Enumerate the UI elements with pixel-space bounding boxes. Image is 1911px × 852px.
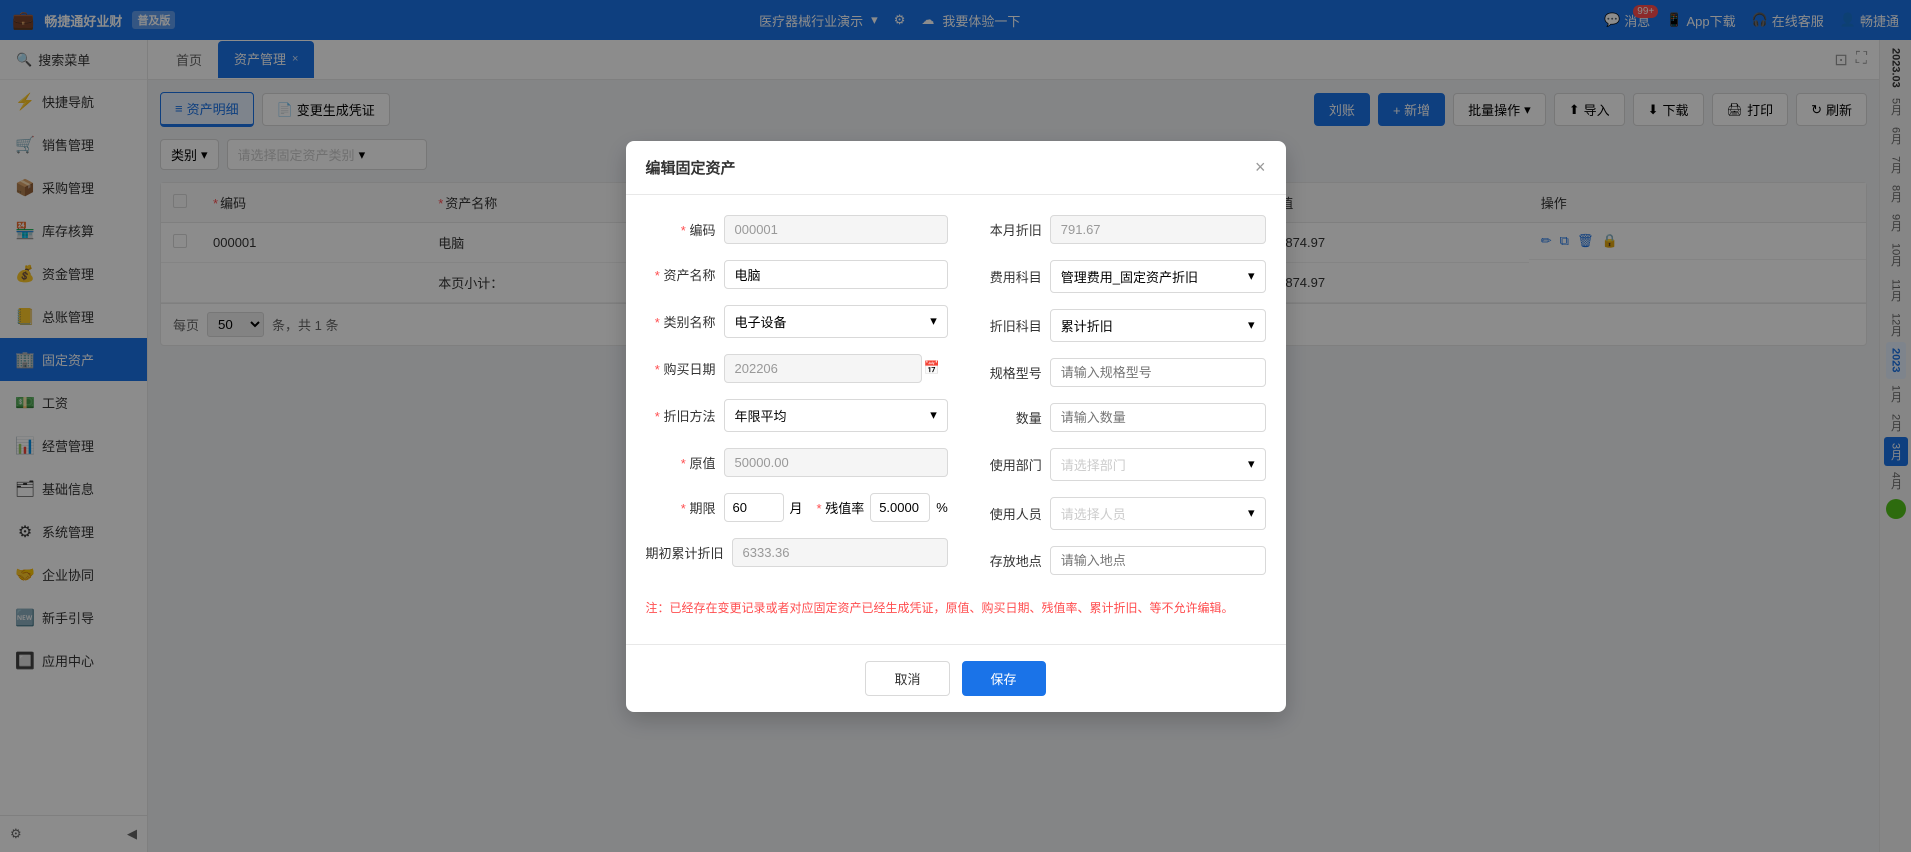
dep-subject-select[interactable]: 累计折旧 ▾ xyxy=(1050,309,1266,342)
location-label: 存放地点 xyxy=(972,551,1042,570)
dep-subject-dropdown-icon: ▾ xyxy=(1248,317,1255,333)
user-placeholder: 请选择人员 xyxy=(1061,504,1126,523)
save-button[interactable]: 保存 xyxy=(962,661,1046,696)
form-group-dep-subject: 折旧科目 累计折旧 ▾ xyxy=(972,309,1266,342)
code-label: * 编码 xyxy=(646,220,716,239)
form-section-left: * 编码 * 资产名称 * 类别名称 电子设备 ▾ xyxy=(646,215,948,591)
dept-placeholder: 请选择部门 xyxy=(1061,455,1126,474)
modal-title: 编辑固定资产 xyxy=(646,157,736,178)
dep-subject-value: 累计折旧 xyxy=(1061,316,1113,335)
form-group-period: * 期限 月 * 残值率 % xyxy=(646,493,948,522)
form-grid: * 编码 * 资产名称 * 类别名称 电子设备 ▾ xyxy=(646,215,1266,591)
form-section-right: 本月折旧 费用科目 管理费用_固定资产折旧 ▾ 折旧科目 xyxy=(972,215,1266,591)
user-label: 使用人员 xyxy=(972,504,1042,523)
dept-select[interactable]: 请选择部门 ▾ xyxy=(1050,448,1266,481)
dep-method-dropdown-icon: ▾ xyxy=(930,407,937,423)
period-group: 月 * 残值率 % xyxy=(724,493,948,522)
form-group-user: 使用人员 请选择人员 ▾ xyxy=(972,497,1266,530)
dep-method-value: 年限平均 xyxy=(735,406,787,425)
period-label: * 期限 xyxy=(646,498,716,517)
form-group-location: 存放地点 xyxy=(972,546,1266,575)
quantity-label: 数量 xyxy=(972,408,1042,427)
expense-subject-dropdown-icon: ▾ xyxy=(1248,268,1255,284)
spec-input[interactable] xyxy=(1050,358,1266,387)
initial-dep-input[interactable] xyxy=(732,538,948,567)
name-label: * 资产名称 xyxy=(646,265,716,284)
residual-rate-label: * 残值率 xyxy=(817,498,865,517)
quantity-input[interactable] xyxy=(1050,403,1266,432)
form-group-original-value: * 原值 xyxy=(646,448,948,477)
dep-subject-label: 折旧科目 xyxy=(972,316,1042,335)
cancel-button[interactable]: 取消 xyxy=(865,661,949,696)
form-group-category: * 类别名称 电子设备 ▾ xyxy=(646,305,948,338)
form-group-quantity: 数量 xyxy=(972,403,1266,432)
purchase-date-label: * 购买日期 xyxy=(646,359,716,378)
expense-subject-select[interactable]: 管理费用_固定资产折旧 ▾ xyxy=(1050,260,1266,293)
modal-overlay: 编辑固定资产 × * 编码 * 资产名称 xyxy=(0,0,1911,852)
form-group-dep-method: * 折旧方法 年限平均 ▾ xyxy=(646,399,948,432)
user-dropdown-icon: ▾ xyxy=(1248,505,1255,521)
monthly-dep-input[interactable] xyxy=(1050,215,1266,244)
expense-subject-label: 费用科目 xyxy=(972,267,1042,286)
name-input[interactable] xyxy=(724,260,948,289)
form-group-initial-dep: 期初累计折旧 xyxy=(646,538,948,567)
user-select[interactable]: 请选择人员 ▾ xyxy=(1050,497,1266,530)
form-group-monthly-dep: 本月折旧 xyxy=(972,215,1266,244)
modal-footer: 取消 保存 xyxy=(626,644,1286,712)
monthly-dep-label: 本月折旧 xyxy=(972,220,1042,239)
dept-label: 使用部门 xyxy=(972,455,1042,474)
original-value-label: * 原值 xyxy=(646,453,716,472)
form-group-spec: 规格型号 xyxy=(972,358,1266,387)
initial-dep-label: 期初累计折旧 xyxy=(646,543,724,562)
edit-asset-modal: 编辑固定资产 × * 编码 * 资产名称 xyxy=(626,141,1286,712)
period-input[interactable] xyxy=(724,493,784,522)
modal-body: * 编码 * 资产名称 * 类别名称 电子设备 ▾ xyxy=(626,195,1286,644)
original-value-input[interactable] xyxy=(724,448,948,477)
category-label: * 类别名称 xyxy=(646,312,716,331)
form-group-code: * 编码 xyxy=(646,215,948,244)
modal-close-btn[interactable]: × xyxy=(1255,157,1266,178)
form-group-name: * 资产名称 xyxy=(646,260,948,289)
purchase-date-input[interactable] xyxy=(724,354,922,383)
dep-method-label: * 折旧方法 xyxy=(646,406,716,425)
dept-dropdown-icon: ▾ xyxy=(1248,456,1255,472)
category-select[interactable]: 电子设备 ▾ xyxy=(724,305,948,338)
form-group-purchase-date: * 购买日期 📅 xyxy=(646,354,948,383)
period-unit: 月 xyxy=(790,498,803,517)
calendar-icon[interactable]: 📅 xyxy=(924,360,940,376)
purchase-date-wrap: 📅 xyxy=(724,354,948,383)
category-dropdown-icon: ▾ xyxy=(930,313,937,329)
location-input[interactable] xyxy=(1050,546,1266,575)
dep-method-select[interactable]: 年限平均 ▾ xyxy=(724,399,948,432)
form-group-dept: 使用部门 请选择部门 ▾ xyxy=(972,448,1266,481)
expense-subject-value: 管理费用_固定资产折旧 xyxy=(1061,267,1198,286)
code-input[interactable] xyxy=(724,215,948,244)
form-note: 注：已经存在变更记录或者对应固定资产已经生成凭证，原值、购买日期、残值率、累计折… xyxy=(646,591,1266,624)
category-value: 电子设备 xyxy=(735,312,787,331)
spec-label: 规格型号 xyxy=(972,363,1042,382)
residual-rate-unit: % xyxy=(936,500,948,515)
modal-header: 编辑固定资产 × xyxy=(626,141,1286,195)
residual-rate-input[interactable] xyxy=(870,493,930,522)
form-group-expense-subject: 费用科目 管理费用_固定资产折旧 ▾ xyxy=(972,260,1266,293)
